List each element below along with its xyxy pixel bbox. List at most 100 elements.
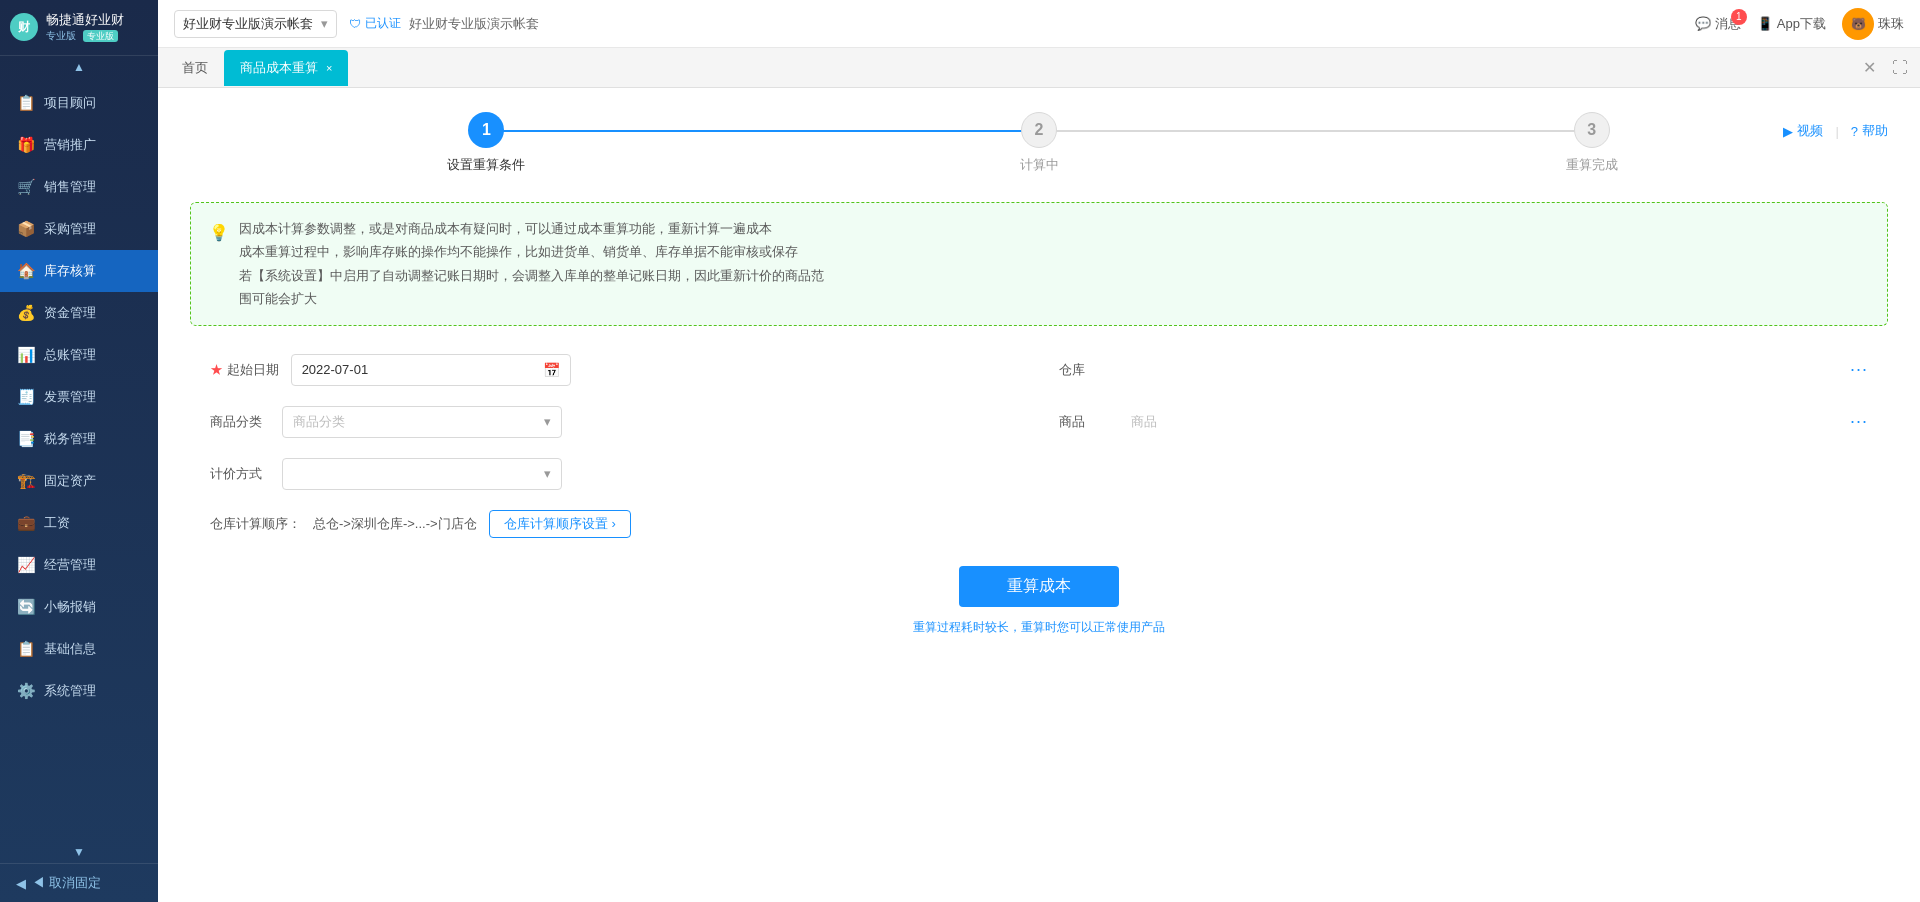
pricing-select[interactable]: ▾ [282, 458, 562, 490]
tab-controls: ✕ ⛶ [1859, 54, 1912, 81]
inventory-icon: 🏠 [16, 261, 36, 281]
topbar-account-fullname: 好业财专业版演示帐套 [409, 15, 539, 33]
date-value: 2022-07-01 [302, 362, 369, 377]
verified-text: 已认证 [365, 15, 401, 32]
message-badge: 1 [1731, 9, 1747, 25]
sidebar-item-purchase[interactable]: 📦 采购管理 [0, 208, 158, 250]
category-select[interactable]: 商品分类 ▾ [282, 406, 562, 438]
sidebar-item-operation[interactable]: 📈 经营管理 [0, 544, 158, 586]
sidebar-item-label: 销售管理 [44, 178, 96, 196]
sidebar-item-label: 小畅报销 [44, 598, 96, 616]
sidebar-item-marketing[interactable]: 🎁 营销推广 [0, 124, 158, 166]
topbar-right: 💬 消息 1 📱 App下载 🐻 珠珠 [1695, 8, 1904, 40]
sidebar-item-label: 系统管理 [44, 682, 96, 700]
tab-cost-recalc[interactable]: 商品成本重算 × [224, 50, 348, 86]
sidebar-item-inventory[interactable]: 🏠 库存核算 [0, 250, 158, 292]
marketing-icon: 🎁 [16, 135, 36, 155]
tab-close-icon[interactable]: × [326, 62, 332, 74]
warehouse-more-button[interactable]: ··· [1850, 359, 1868, 380]
sidebar-item-basic[interactable]: 📋 基础信息 [0, 628, 158, 670]
logo-name: 畅捷通好业财 [46, 12, 124, 27]
step-2-circle: 2 [1021, 112, 1057, 148]
warehouse-order-label: 仓库计算顺序： [210, 515, 301, 533]
project-icon: 📋 [16, 93, 36, 113]
app-download-button[interactable]: 📱 App下载 [1757, 15, 1826, 33]
goods-spacer: 商品 [1131, 413, 1838, 431]
message-button[interactable]: 💬 消息 1 [1695, 15, 1741, 33]
logo-icon: 财 [10, 13, 38, 41]
pricing-field: 计价方式 ▾ [210, 458, 590, 490]
sidebar-item-expense[interactable]: 🔄 小畅报销 [0, 586, 158, 628]
step-1-circle: 1 [468, 112, 504, 148]
help-label: 帮助 [1862, 122, 1888, 140]
user-avatar-area[interactable]: 🐻 珠珠 [1842, 8, 1904, 40]
version-badge: 专业版 [83, 30, 118, 42]
expense-icon: 🔄 [16, 597, 36, 617]
steps-help: ▶ 视频 | ? 帮助 [1783, 122, 1888, 140]
sidebar-item-system[interactable]: ⚙️ 系统管理 [0, 670, 158, 712]
sidebar-logo: 财 畅捷通好业财 专业版 专业版 [0, 0, 158, 56]
goods-more-button[interactable]: ··· [1850, 411, 1868, 432]
sidebar-item-salary[interactable]: 💼 工资 [0, 502, 158, 544]
asset-icon: 🏗️ [16, 471, 36, 491]
sidebar-item-project[interactable]: 📋 项目顾问 [0, 82, 158, 124]
close-panel-button[interactable]: ✕ [1859, 54, 1880, 81]
help-button[interactable]: ? 帮助 [1851, 122, 1888, 140]
step-2-num: 2 [1035, 121, 1044, 139]
pricing-label: 计价方式 [210, 465, 270, 483]
warehouse-order-settings-button[interactable]: 仓库计算顺序设置 › [489, 510, 631, 538]
unpin-button[interactable]: ◀ ◀ 取消固定 [0, 863, 158, 902]
content-area: 1 设置重算条件 2 计算中 3 重算完成 ▶ [158, 88, 1920, 902]
main-area: 好业财专业版演示帐套 ▾ 🛡 已认证 好业财专业版演示帐套 💬 消息 1 📱 A… [158, 0, 1920, 902]
basic-icon: 📋 [16, 639, 36, 659]
step-2: 2 计算中 [763, 112, 1316, 174]
sidebar-item-label: 工资 [44, 514, 70, 532]
purchase-icon: 📦 [16, 219, 36, 239]
sidebar-item-label: 总账管理 [44, 346, 96, 364]
submit-section: 重算成本 重算过程耗时较长，重算时您可以正常使用产品 [210, 566, 1868, 636]
logo-sub: 专业版 专业版 [46, 29, 124, 43]
invoice-icon: 🧾 [16, 387, 36, 407]
sidebar-item-asset[interactable]: 🏗️ 固定资产 [0, 460, 158, 502]
scroll-up-arrow[interactable]: ▲ [0, 56, 158, 78]
system-icon: ⚙️ [16, 681, 36, 701]
goods-placeholder: 商品 [1131, 414, 1157, 429]
sidebar-item-tax[interactable]: 📑 税务管理 [0, 418, 158, 460]
sidebar-item-accounting[interactable]: 📊 总账管理 [0, 334, 158, 376]
calendar-icon[interactable]: 📅 [543, 362, 560, 378]
category-placeholder: 商品分类 [293, 413, 345, 431]
help-divider: | [1835, 124, 1838, 139]
tab-home[interactable]: 首页 [166, 50, 224, 86]
video-help-button[interactable]: ▶ 视频 [1783, 122, 1823, 140]
tabbar: 首页 商品成本重算 × ✕ ⛶ [158, 48, 1920, 88]
sidebar-item-sales[interactable]: 🛒 销售管理 [0, 166, 158, 208]
topbar-left: 好业财专业版演示帐套 ▾ 🛡 已认证 好业财专业版演示帐套 [174, 10, 1695, 38]
account-selector[interactable]: 好业财专业版演示帐套 ▾ [174, 10, 337, 38]
salary-icon: 💼 [16, 513, 36, 533]
expand-button[interactable]: ⛶ [1888, 54, 1912, 81]
recalculate-button[interactable]: 重算成本 [959, 566, 1119, 607]
message-icon: 💬 [1695, 16, 1711, 31]
start-date-input[interactable]: 2022-07-01 📅 [291, 354, 571, 386]
accounting-icon: 📊 [16, 345, 36, 365]
sidebar: 财 畅捷通好业财 专业版 专业版 ▲ 📋 项目顾问 🎁 营销推广 🛒 销售管理 [0, 0, 158, 902]
video-label: 视频 [1797, 122, 1823, 140]
sidebar-item-finance[interactable]: 💰 资金管理 [0, 292, 158, 334]
tax-icon: 📑 [16, 429, 36, 449]
shield-icon: 🛡 [349, 17, 361, 31]
sidebar-item-invoice[interactable]: 🧾 发票管理 [0, 376, 158, 418]
phone-icon: 📱 [1757, 16, 1773, 31]
step-3-num: 3 [1587, 121, 1596, 139]
sidebar-item-label: 库存核算 [44, 262, 96, 280]
sidebar-item-label: 税务管理 [44, 430, 96, 448]
step-2-label: 计算中 [1020, 156, 1059, 174]
sidebar-item-label: 发票管理 [44, 388, 96, 406]
form-row-2: 商品分类 商品分类 ▾ 商品 商品 ··· [210, 406, 1868, 438]
play-icon: ▶ [1783, 124, 1793, 139]
chevron-right-icon: › [612, 516, 616, 531]
unpin-icon: ◀ [16, 876, 26, 891]
category-label: 商品分类 [210, 413, 270, 431]
scroll-down-arrow[interactable]: ▼ [0, 841, 158, 863]
info-notice: 💡 因成本计算参数调整，或是对商品成本有疑问时，可以通过成本重算功能，重新计算一… [190, 202, 1888, 326]
info-line-1: 因成本计算参数调整，或是对商品成本有疑问时，可以通过成本重算功能，重新计算一遍成… [239, 217, 824, 240]
